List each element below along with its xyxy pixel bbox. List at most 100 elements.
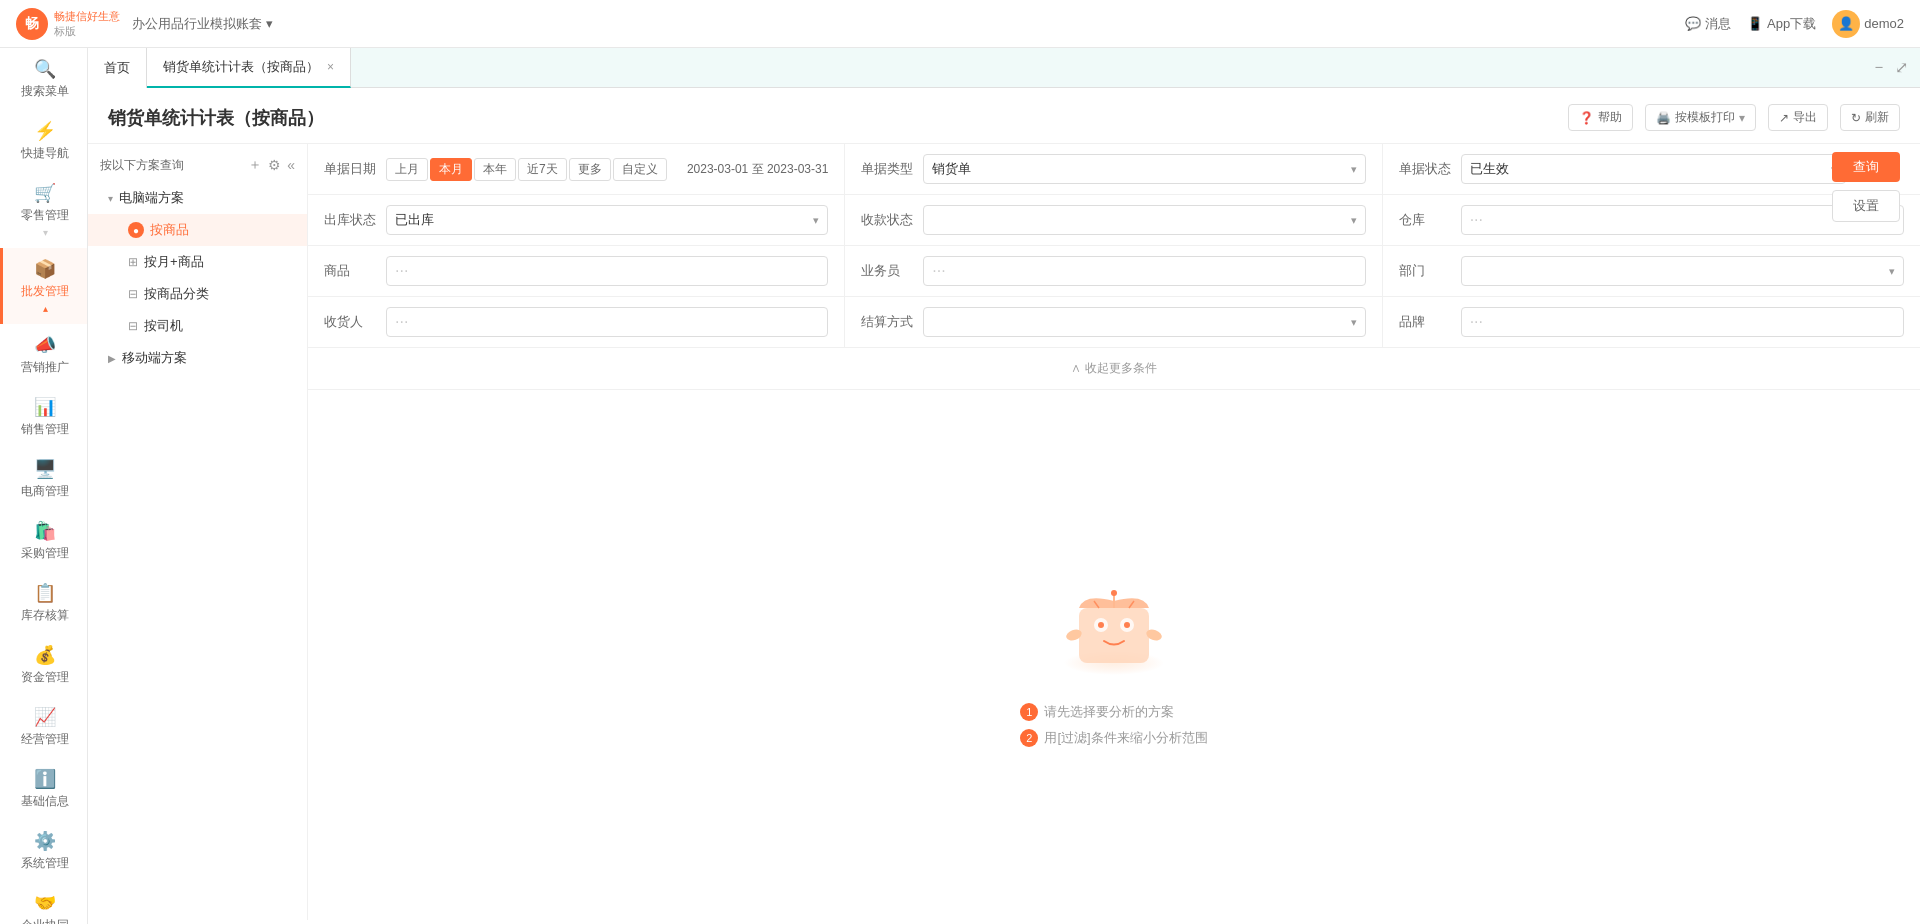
warehouse-dots[interactable]: ··· [1470,211,1483,229]
type-control[interactable]: 销货单 ▾ [923,154,1365,184]
staff-control[interactable]: ··· [923,256,1365,286]
tree-mobile-section: ▶ 移动端方案 [88,342,307,374]
tab-maximize-button[interactable]: ⤢ [1895,58,1908,77]
purchase-icon: 🛍️ [34,520,56,542]
empty-illustration [1054,563,1174,683]
empty-tip-1: 1 请先选择要分析的方案 [1020,703,1207,721]
collapse-bar: ∧ 收起更多条件 [308,348,1920,390]
settlement-control[interactable]: ▾ [923,307,1365,337]
left-panel: 按以下方案查询 ＋ ⚙ « ▾ 电脑端方案 [88,144,308,920]
date-tab-this-year[interactable]: 本年 [474,158,516,181]
sidebar-item-cooperation[interactable]: 🤝 企业协同 [0,882,87,924]
out-status-label: 出库状态 [324,211,378,229]
recv-status-label: 收款状态 [861,211,915,229]
help-button[interactable]: ❓ 帮助 [1568,104,1633,131]
query-button[interactable]: 查询 [1832,152,1900,182]
logo-text: 畅捷信好生意 标版 [54,9,120,38]
dept-control[interactable]: ▾ [1461,256,1904,286]
goods-control[interactable]: ··· [386,256,828,286]
sidebar-item-wholesale[interactable]: 📦 批发管理 ▴ [0,248,87,324]
user-avatar[interactable]: 👤 demo2 [1832,10,1904,38]
date-range-text: 2023-03-01 至 2023-03-31 [687,161,828,178]
sidebar-item-marketing[interactable]: 📣 营销推广 [0,324,87,386]
brand-control[interactable]: ··· [1461,307,1904,337]
tree-expand-icon: ▾ [108,193,113,204]
empty-tip-2: 2 用[过滤]条件来缩小分析范围 [1020,729,1207,747]
sidebar-item-shortcuts[interactable]: ⚡ 快捷导航 [0,110,87,172]
tree-item-label: 电脑端方案 [119,189,184,207]
brand-dots[interactable]: ··· [1470,313,1483,331]
sidebar-item-purchase[interactable]: 🛍️ 采购管理 [0,510,87,572]
lightning-icon: ⚡ [34,120,56,142]
search-buttons: 查询 设置 [1832,152,1900,222]
tip-num-2: 2 [1020,729,1038,747]
settings-button[interactable]: 设置 [1832,190,1900,222]
collapse-button[interactable]: ∧ 收起更多条件 [1059,356,1168,381]
logo-icon: 畅 [16,8,48,40]
type-label: 单据类型 [861,160,915,178]
receiver-control[interactable]: ··· [386,307,828,337]
svg-point-4 [1098,622,1104,628]
add-scheme-button[interactable]: ＋ [248,156,262,174]
refresh-icon: ↻ [1851,111,1861,125]
filter-cell-receiver: 收货人 ··· [308,297,845,347]
date-tabs: 上月 本月 本年 近7天 更多 自定义 [386,158,667,181]
message-button[interactable]: 💬 消息 [1685,15,1731,33]
tree-child-month-product[interactable]: ⊞ 按月+商品 [88,246,307,278]
empty-state: 1 请先选择要分析的方案 2 用[过滤]条件来缩小分析范围 [308,390,1920,920]
print-button[interactable]: 🖨️ 按模板打印 ▾ [1645,104,1756,131]
tree-item-mobile[interactable]: ▶ 移动端方案 [88,342,307,374]
sidebar-item-system[interactable]: ⚙️ 系统管理 [0,820,87,882]
tree-item-pc[interactable]: ▾ 电脑端方案 [88,182,307,214]
type-value: 销货单 [932,160,971,178]
wholesale-icon: 📦 [34,258,56,280]
sidebar-item-finance[interactable]: 💰 资金管理 [0,634,87,696]
sidebar-item-sales[interactable]: 📊 销售管理 [0,386,87,448]
sidebar-item-ecommerce[interactable]: 🖥️ 电商管理 [0,448,87,510]
sidebar-item-basic-info[interactable]: ℹ️ 基础信息 [0,758,87,820]
goods-dots[interactable]: ··· [395,262,408,280]
tree-child-by-product[interactable]: ● 按商品 [88,214,307,246]
tab-home[interactable]: 首页 [88,48,147,88]
sidebar-item-search[interactable]: 🔍 搜索菜单 [0,48,87,110]
recv-status-control[interactable]: ▾ [923,205,1365,235]
export-button[interactable]: ↗ 导出 [1768,104,1828,131]
staff-label: 业务员 [861,262,915,280]
date-tab-more[interactable]: 更多 [569,158,611,181]
tree-child-product-category[interactable]: ⊟ 按商品分类 [88,278,307,310]
tab-close-button[interactable]: × [327,60,334,74]
collapse-panel-button[interactable]: « [287,157,295,173]
page-header: 销货单统计计表（按商品） ❓ 帮助 🖨️ 按模板打印 ▾ ↗ 导出 [88,88,1920,144]
date-tab-this-month[interactable]: 本月 [430,158,472,181]
status-control[interactable]: 已生效 ▾ [1461,154,1846,184]
sidebar-item-operations[interactable]: 📈 经营管理 [0,696,87,758]
retail-icon: 🛒 [34,182,56,204]
industry-selector[interactable]: 办公用品行业模拟账套 ▾ [132,15,273,33]
staff-dots[interactable]: ··· [932,262,945,280]
date-tab-custom[interactable]: 自定义 [613,158,667,181]
receiver-dots[interactable]: ··· [395,313,408,331]
top-bar-right: 💬 消息 📱 App下载 👤 demo2 [1685,10,1904,38]
filter-row-3: 商品 ··· 业务员 ··· 部门 [308,246,1920,297]
system-icon: ⚙️ [34,830,56,852]
sidebar-item-inventory[interactable]: 📋 库存核算 [0,572,87,634]
date-tab-7days[interactable]: 近7天 [518,158,567,181]
download-icon: 📱 [1747,16,1763,31]
tree-child-driver[interactable]: ⊟ 按司机 [88,310,307,342]
print-arrow-icon: ▾ [1739,111,1745,125]
date-tab-last-month[interactable]: 上月 [386,158,428,181]
out-status-control[interactable]: 已出库 ▾ [386,205,828,235]
sidebar: 🔍 搜索菜单 ⚡ 快捷导航 🛒 零售管理 ▾ 📦 批发管理 ▴ 📣 营销推广 📊… [0,48,88,924]
scheme-settings-button[interactable]: ⚙ [268,157,281,173]
tab-minimize-button[interactable]: － [1871,57,1887,78]
filter-row-4: 收货人 ··· 结算方式 ▾ [308,297,1920,348]
refresh-button[interactable]: ↻ 刷新 [1840,104,1900,131]
filter-row-1: 单据日期 上月 本月 本年 近7天 更多 自定义 20 [308,144,1920,195]
sidebar-item-retail[interactable]: 🛒 零售管理 ▾ [0,172,87,248]
active-scheme-badge: ● [128,222,144,238]
svg-point-9 [1111,590,1117,596]
tab-active[interactable]: 销货单统计计表（按商品） × [147,48,351,88]
app-download-button[interactable]: 📱 App下载 [1747,15,1816,33]
tree-list2-icon: ⊟ [128,319,138,333]
filter-cell-settlement: 结算方式 ▾ [845,297,1382,347]
